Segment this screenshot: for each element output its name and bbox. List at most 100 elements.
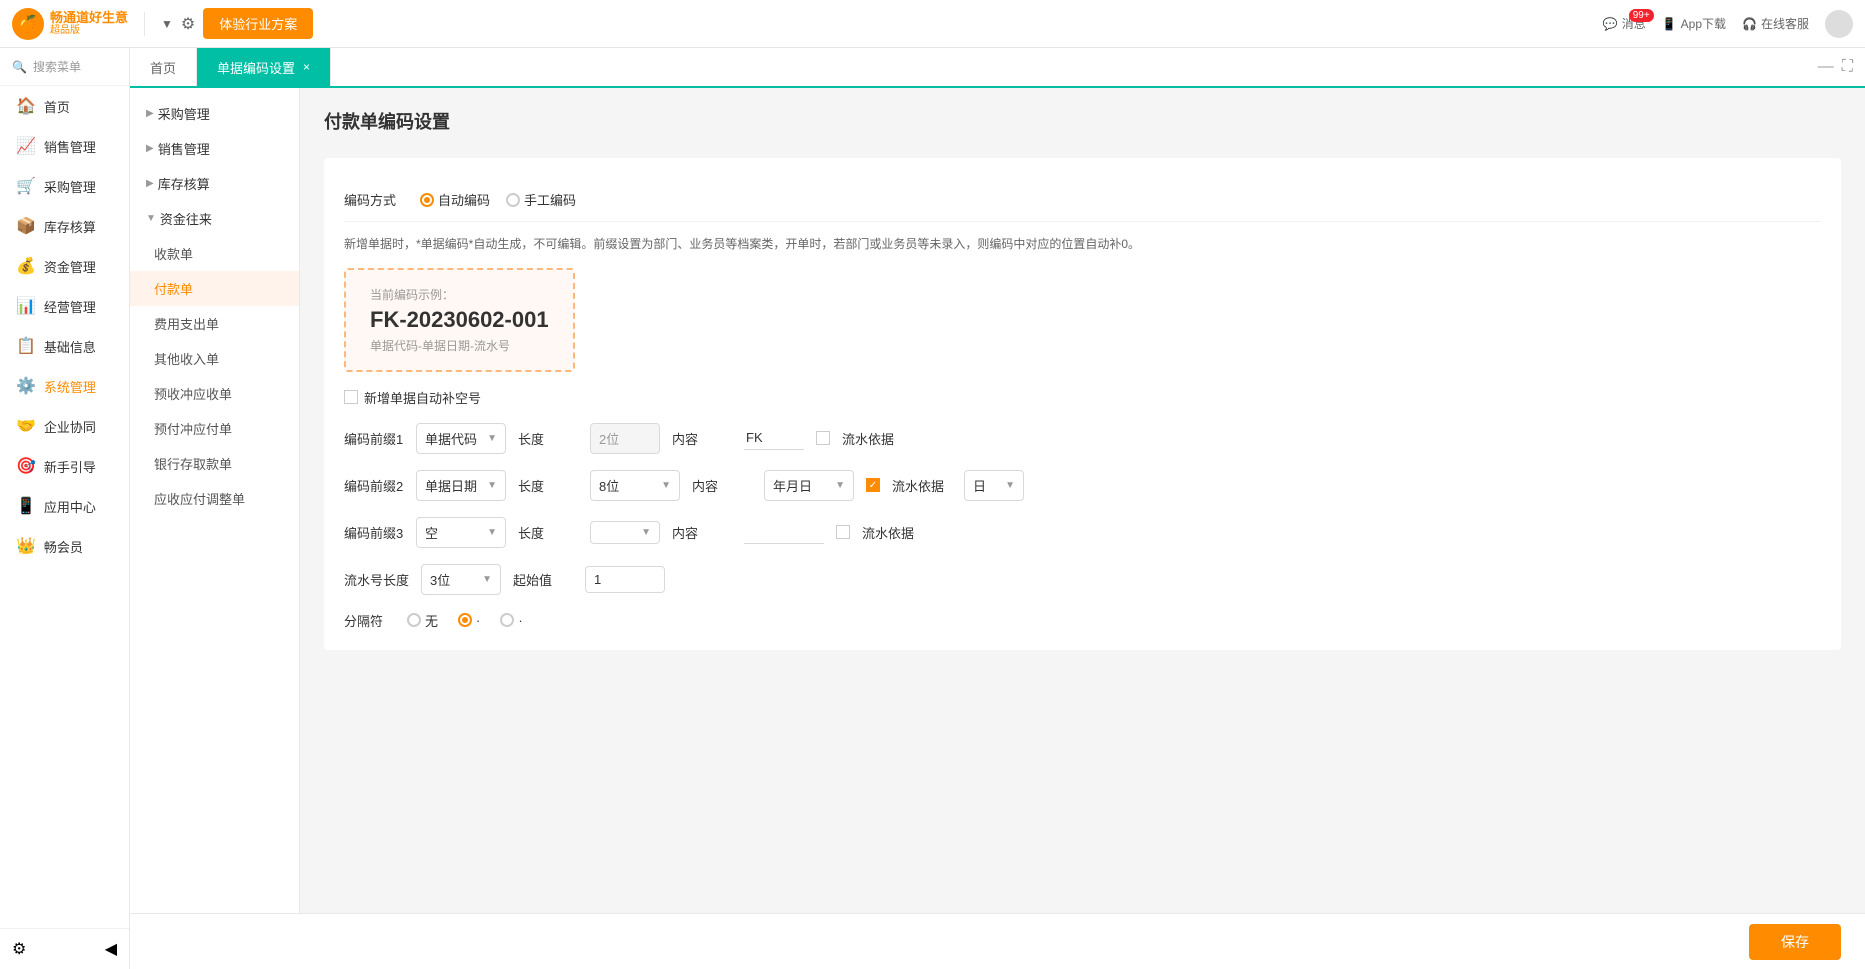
sales-icon: 📈 — [16, 136, 36, 156]
sidebar-item-purchase-label: 采购管理 — [44, 177, 96, 196]
sep-option-dot2[interactable]: · — [500, 613, 522, 628]
save-button[interactable]: 保存 — [1749, 924, 1841, 960]
brand-text: 畅通道好生意 超品版 — [50, 10, 128, 38]
messages-badge: 99+ — [1629, 9, 1654, 22]
bottom-bar: 保存 — [130, 913, 1865, 969]
menu-item-yushou-label: 预收冲应收单 — [154, 387, 232, 402]
menu-item-yingshou[interactable]: 应收应付调整单 — [130, 481, 299, 516]
sidebar-item-newguide[interactable]: 🎯 新手引导 — [0, 446, 129, 486]
serial-length-select[interactable]: 3位 ▼ — [421, 564, 501, 595]
tab-close-icon[interactable]: × — [303, 60, 310, 74]
tab-home[interactable]: 首页 — [130, 48, 197, 86]
sidebar-collapse-icon[interactable]: ◀ — [105, 939, 117, 959]
customer-service-item[interactable]: 🎧 在线客服 — [1742, 15, 1809, 32]
app-download-item[interactable]: 📱 App下载 — [1662, 15, 1726, 32]
menu-item-shoukuan-label: 收款单 — [154, 247, 193, 262]
radio-auto[interactable]: 自动编码 — [420, 190, 490, 209]
tab-bar-actions: — ⛶ — [1806, 48, 1865, 86]
sidebar-search[interactable]: 🔍 搜索菜单 — [0, 48, 129, 86]
content2-select[interactable]: 年月日 ▼ — [764, 470, 854, 501]
inventory-icon: 📦 — [16, 216, 36, 236]
length3-select[interactable]: ▼ — [590, 521, 660, 544]
encoding-label: 编码方式 — [344, 190, 396, 209]
content2-value: 年月日 — [773, 476, 812, 495]
sidebar-item-enterprise[interactable]: 🤝 企业协同 — [0, 406, 129, 446]
start-value-input[interactable] — [585, 566, 665, 593]
prefix3-arrow-icon: ▼ — [487, 527, 497, 538]
menu-group-inventory[interactable]: ▶ 库存核算 — [130, 166, 299, 201]
sidebar-item-enterprise-label: 企业协同 — [44, 417, 96, 436]
minimize-icon[interactable]: — — [1818, 58, 1834, 76]
content3-input[interactable] — [744, 520, 824, 544]
sidebar-item-home[interactable]: 🏠 首页 — [0, 86, 129, 126]
serial1-checkbox[interactable] — [816, 431, 830, 445]
app-download-icon: 📱 — [1662, 17, 1677, 31]
tab-settings[interactable]: 单据编码设置 × — [197, 48, 331, 86]
menu-item-yingshou-label: 应收应付调整单 — [154, 492, 245, 507]
messages-item[interactable]: 💬 消息 99+ — [1603, 15, 1646, 32]
preview-code: FK-20230602-001 — [370, 307, 549, 333]
basic-icon: 📋 — [16, 336, 36, 356]
sidebar-item-sales[interactable]: 📈 销售管理 — [0, 126, 129, 166]
newguide-icon: 🎯 — [16, 456, 36, 476]
sep-dot1-dot — [458, 613, 472, 627]
sep-option-none[interactable]: 无 — [407, 611, 438, 630]
serial2-period-select[interactable]: 日 ▼ — [964, 470, 1024, 501]
menu-group-sales[interactable]: ▶ 销售管理 — [130, 131, 299, 166]
form-card: 编码方式 自动编码 手工编码 — [324, 158, 1841, 650]
sidebar-item-sales-label: 销售管理 — [44, 137, 96, 156]
menu-item-fukuan[interactable]: 付款单 — [130, 271, 299, 306]
sidebar-item-purchase[interactable]: 🛒 采购管理 — [0, 166, 129, 206]
prefix1-select[interactable]: 单据代码 ▼ — [416, 423, 506, 454]
prefix3-select[interactable]: 空 ▼ — [416, 517, 506, 548]
sidebar-item-finance[interactable]: 💰 资金管理 — [0, 246, 129, 286]
prefix2-select[interactable]: 单据日期 ▼ — [416, 470, 506, 501]
menu-item-yushou[interactable]: 预收冲应收单 — [130, 376, 299, 411]
experience-btn[interactable]: 体验行业方案 — [203, 8, 313, 39]
start-value-label: 起始值 — [513, 570, 573, 589]
menu-item-feiyong[interactable]: 费用支出单 — [130, 306, 299, 341]
brand-name: 畅通道好生意 — [50, 10, 128, 26]
prefix1-label: 编码前缀1 — [344, 429, 404, 448]
serial2-checkbox[interactable]: ✓ — [866, 478, 880, 492]
serial2-period-arrow-icon: ▼ — [1005, 480, 1015, 491]
topbar-dropdown[interactable]: ▼ — [161, 17, 173, 31]
content1-input[interactable] — [744, 426, 804, 450]
sidebar-item-member[interactable]: 👑 畅会员 — [0, 526, 129, 566]
length1-select: 2位 — [590, 423, 660, 454]
radio-manual[interactable]: 手工编码 — [506, 190, 576, 209]
sidebar-settings-icon[interactable]: ⚙ — [12, 939, 26, 959]
maximize-icon[interactable]: ⛶ — [1842, 58, 1853, 76]
sep-option-dot1[interactable]: · — [458, 613, 480, 628]
sidebar-item-system[interactable]: ⚙️ 系统管理 — [0, 366, 129, 406]
menu-item-shoukuan[interactable]: 收款单 — [130, 236, 299, 271]
menu-item-yufu-label: 预付冲应付单 — [154, 422, 232, 437]
menu-group-finance[interactable]: ▼ 资金往来 — [130, 201, 299, 236]
left-menu: ▶ 采购管理 ▶ 销售管理 ▶ 库存核算 ▼ 资金往来 收款单 — [130, 88, 300, 913]
sidebar-item-inventory[interactable]: 📦 库存核算 — [0, 206, 129, 246]
length2-label: 长度 — [518, 476, 578, 495]
serial1-label: 流水依据 — [842, 429, 902, 448]
auto-fill-checkbox[interactable] — [344, 390, 358, 404]
app-download-label: App下载 — [1681, 15, 1726, 32]
settings-icon[interactable]: ⚙ — [181, 14, 195, 34]
encoding-row: 编码方式 自动编码 手工编码 — [344, 178, 1821, 222]
menu-item-qita[interactable]: 其他收入单 — [130, 341, 299, 376]
menu-item-yinhang[interactable]: 银行存取款单 — [130, 446, 299, 481]
menu-item-fukuan-label: 付款单 — [154, 282, 193, 297]
topbar-right: 💬 消息 99+ 📱 App下载 🎧 在线客服 — [1603, 10, 1853, 38]
sidebar-item-appcenter[interactable]: 📱 应用中心 — [0, 486, 129, 526]
avatar[interactable] — [1825, 10, 1853, 38]
sep-none-label: 无 — [425, 611, 438, 630]
serial3-checkbox[interactable] — [836, 525, 850, 539]
sidebar-item-basic[interactable]: 📋 基础信息 — [0, 326, 129, 366]
menu-group-purchase[interactable]: ▶ 采购管理 — [130, 96, 299, 131]
topbar: 🍊 畅通道好生意 超品版 ▼ ⚙ 体验行业方案 💬 消息 99+ 📱 App下载… — [0, 0, 1865, 48]
menu-item-yufu[interactable]: 预付冲应付单 — [130, 411, 299, 446]
length3-arrow-icon: ▼ — [641, 527, 651, 538]
length2-select[interactable]: 8位 ▼ — [590, 470, 680, 501]
auto-fill-row: 新增单据自动补空号 — [344, 388, 1821, 407]
sidebar-item-operations[interactable]: 📊 经营管理 — [0, 286, 129, 326]
separator-label: 分隔符 — [344, 611, 383, 630]
serial2-label: 流水依据 — [892, 476, 952, 495]
